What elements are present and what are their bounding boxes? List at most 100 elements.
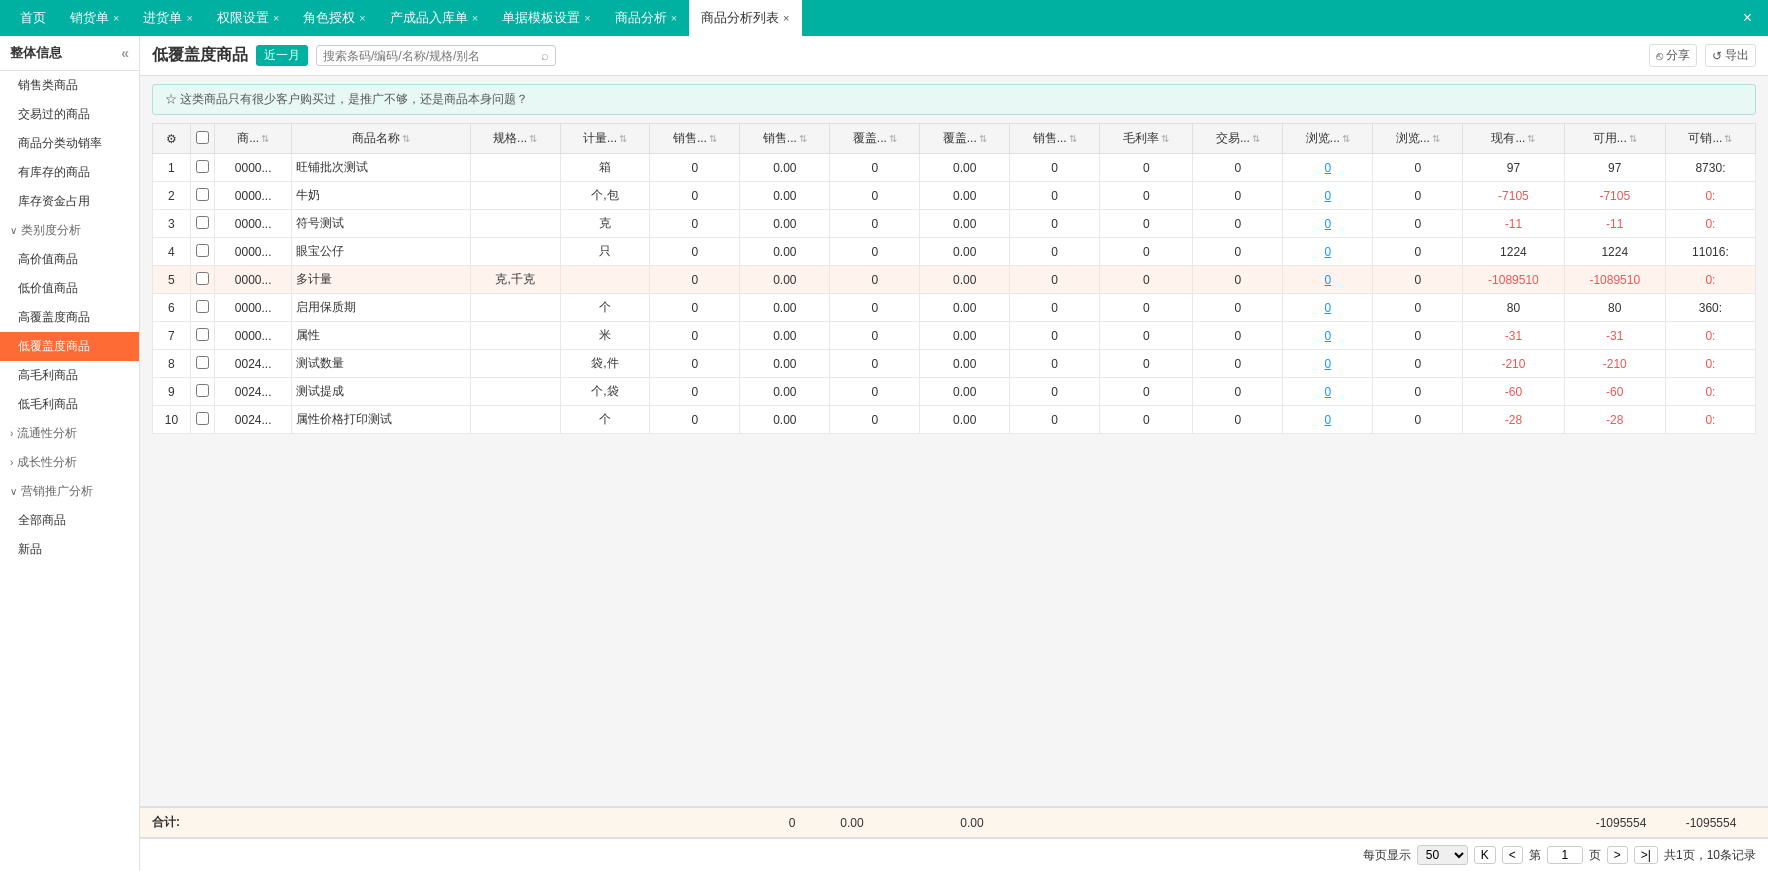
- sidebar-item-high-value[interactable]: 高价值商品: [0, 245, 139, 274]
- row-browse1[interactable]: 0: [1283, 154, 1373, 182]
- col-cov2-header[interactable]: 覆盖... ⇅: [920, 124, 1010, 154]
- sidebar-item-stock-goods[interactable]: 有库存的商品: [0, 158, 139, 187]
- row-checkbox-cell[interactable]: [190, 182, 214, 210]
- row-current: -210: [1463, 350, 1564, 378]
- nav-sales[interactable]: 销货单 ×: [58, 0, 131, 36]
- col-cov1-header[interactable]: 覆盖... ⇅: [830, 124, 920, 154]
- nav-analysis-list-close[interactable]: ×: [783, 0, 789, 36]
- per-page-select[interactable]: 50 20 100 200: [1417, 845, 1468, 865]
- nav-product-analysis-list[interactable]: 商品分析列表 ×: [689, 0, 801, 36]
- row-checkbox-cell[interactable]: [190, 266, 214, 294]
- row-checkbox-cell[interactable]: [190, 238, 214, 266]
- row-checkbox-cell[interactable]: [190, 350, 214, 378]
- row-checkbox-cell[interactable]: [190, 210, 214, 238]
- share-button[interactable]: ⎋ 分享: [1649, 44, 1697, 67]
- sidebar-group-flow[interactable]: › 流通性分析: [0, 419, 139, 448]
- row-browse1[interactable]: 0: [1283, 294, 1373, 322]
- nav-template-close[interactable]: ×: [584, 0, 590, 36]
- sidebar-item-category-rate[interactable]: 商品分类动销率: [0, 129, 139, 158]
- col-trans-header[interactable]: 交易... ⇅: [1193, 124, 1283, 154]
- sidebar-item-new-goods[interactable]: 新品: [0, 535, 139, 564]
- nav-sales-close[interactable]: ×: [113, 0, 119, 36]
- row-checkbox[interactable]: [196, 216, 209, 229]
- nav-permissions[interactable]: 权限设置 ×: [205, 0, 291, 36]
- nav-product-entry-close[interactable]: ×: [472, 0, 478, 36]
- sidebar-group-marketing[interactable]: ∨ 营销推广分析: [0, 477, 139, 506]
- sidebar-group-category[interactable]: ∨ 类别度分析: [0, 216, 139, 245]
- row-sales-qty: 0: [650, 266, 740, 294]
- last-page-btn[interactable]: >|: [1634, 846, 1658, 864]
- nav-roles[interactable]: 角色授权 ×: [291, 0, 377, 36]
- nav-product-entry[interactable]: 产成品入库单 ×: [378, 0, 490, 36]
- sidebar-item-stock-capital[interactable]: 库存资金占用: [0, 187, 139, 216]
- sidebar-item-high-coverage[interactable]: 高覆盖度商品: [0, 303, 139, 332]
- page-number-input[interactable]: [1547, 846, 1583, 864]
- row-checkbox[interactable]: [196, 188, 209, 201]
- footer-label: 合计:: [152, 814, 180, 831]
- row-checkbox-cell[interactable]: [190, 378, 214, 406]
- first-page-btn[interactable]: K: [1474, 846, 1496, 864]
- row-checkbox-cell[interactable]: [190, 406, 214, 434]
- row-checkbox[interactable]: [196, 244, 209, 257]
- col-sales-qty-header[interactable]: 销售... ⇅: [650, 124, 740, 154]
- row-checkbox[interactable]: [196, 328, 209, 341]
- sidebar-item-low-coverage[interactable]: 低覆盖度商品: [0, 332, 139, 361]
- nav-permissions-close[interactable]: ×: [273, 0, 279, 36]
- row-browse1[interactable]: 0: [1283, 238, 1373, 266]
- nav-roles-close[interactable]: ×: [359, 0, 365, 36]
- row-browse1[interactable]: 0: [1283, 378, 1373, 406]
- sidebar-item-high-margin[interactable]: 高毛利商品: [0, 361, 139, 390]
- export-button[interactable]: ↺ 导出: [1705, 44, 1756, 67]
- nav-purchase[interactable]: 进货单 ×: [131, 0, 204, 36]
- select-all-checkbox[interactable]: [196, 131, 209, 144]
- row-checkbox[interactable]: [196, 300, 209, 313]
- col-cov2-sort: ⇅: [979, 133, 987, 144]
- col-name-header[interactable]: 商品名称 ⇅: [292, 124, 470, 154]
- row-browse1[interactable]: 0: [1283, 182, 1373, 210]
- col-settings[interactable]: ⚙: [153, 124, 191, 154]
- nav-product-analysis[interactable]: 商品分析 ×: [603, 0, 689, 36]
- row-browse1[interactable]: 0: [1283, 266, 1373, 294]
- next-page-btn[interactable]: >: [1607, 846, 1628, 864]
- row-checkbox[interactable]: [196, 384, 209, 397]
- sidebar-item-traded-goods[interactable]: 交易过的商品: [0, 100, 139, 129]
- search-input[interactable]: [323, 49, 537, 63]
- col-browse2-header[interactable]: 浏览... ⇅: [1373, 124, 1463, 154]
- period-button[interactable]: 近一月: [256, 45, 308, 66]
- col-saleable-header[interactable]: 可销... ⇅: [1665, 124, 1755, 154]
- nav-template-settings[interactable]: 单据模板设置 ×: [490, 0, 602, 36]
- sidebar-group-growth[interactable]: › 成长性分析: [0, 448, 139, 477]
- row-browse1[interactable]: 0: [1283, 350, 1373, 378]
- row-checkbox-cell[interactable]: [190, 154, 214, 182]
- row-checkbox-cell[interactable]: [190, 322, 214, 350]
- sidebar-item-sales-goods[interactable]: 销售类商品: [0, 71, 139, 100]
- row-browse1[interactable]: 0: [1283, 322, 1373, 350]
- sidebar-item-all-goods[interactable]: 全部商品: [0, 506, 139, 535]
- col-gross-header[interactable]: 毛利率 ⇅: [1100, 124, 1193, 154]
- window-close-btn[interactable]: ×: [1735, 9, 1760, 27]
- col-checkbox-all[interactable]: [190, 124, 214, 154]
- col-available-header[interactable]: 可用... ⇅: [1564, 124, 1665, 154]
- col-current-header[interactable]: 现有... ⇅: [1463, 124, 1564, 154]
- row-checkbox[interactable]: [196, 356, 209, 369]
- row-checkbox-cell[interactable]: [190, 294, 214, 322]
- prev-page-btn[interactable]: <: [1502, 846, 1523, 864]
- row-checkbox[interactable]: [196, 160, 209, 173]
- col-code-header[interactable]: 商... ⇅: [214, 124, 292, 154]
- search-icon[interactable]: ⌕: [541, 48, 549, 63]
- col-sales3-header[interactable]: 销售... ⇅: [1010, 124, 1100, 154]
- col-browse1-header[interactable]: 浏览... ⇅: [1283, 124, 1373, 154]
- col-spec-header[interactable]: 规格... ⇅: [470, 124, 560, 154]
- row-checkbox[interactable]: [196, 272, 209, 285]
- col-unit-header[interactable]: 计量... ⇅: [560, 124, 650, 154]
- sidebar-item-low-margin[interactable]: 低毛利商品: [0, 390, 139, 419]
- nav-home[interactable]: 首页: [8, 0, 58, 36]
- col-sales-amt-header[interactable]: 销售... ⇅: [740, 124, 830, 154]
- sidebar-collapse-btn[interactable]: «: [121, 45, 129, 61]
- sidebar-item-low-value[interactable]: 低价值商品: [0, 274, 139, 303]
- nav-purchase-close[interactable]: ×: [186, 0, 192, 36]
- nav-analysis-close[interactable]: ×: [671, 0, 677, 36]
- row-checkbox[interactable]: [196, 412, 209, 425]
- row-browse1[interactable]: 0: [1283, 210, 1373, 238]
- row-browse1[interactable]: 0: [1283, 406, 1373, 434]
